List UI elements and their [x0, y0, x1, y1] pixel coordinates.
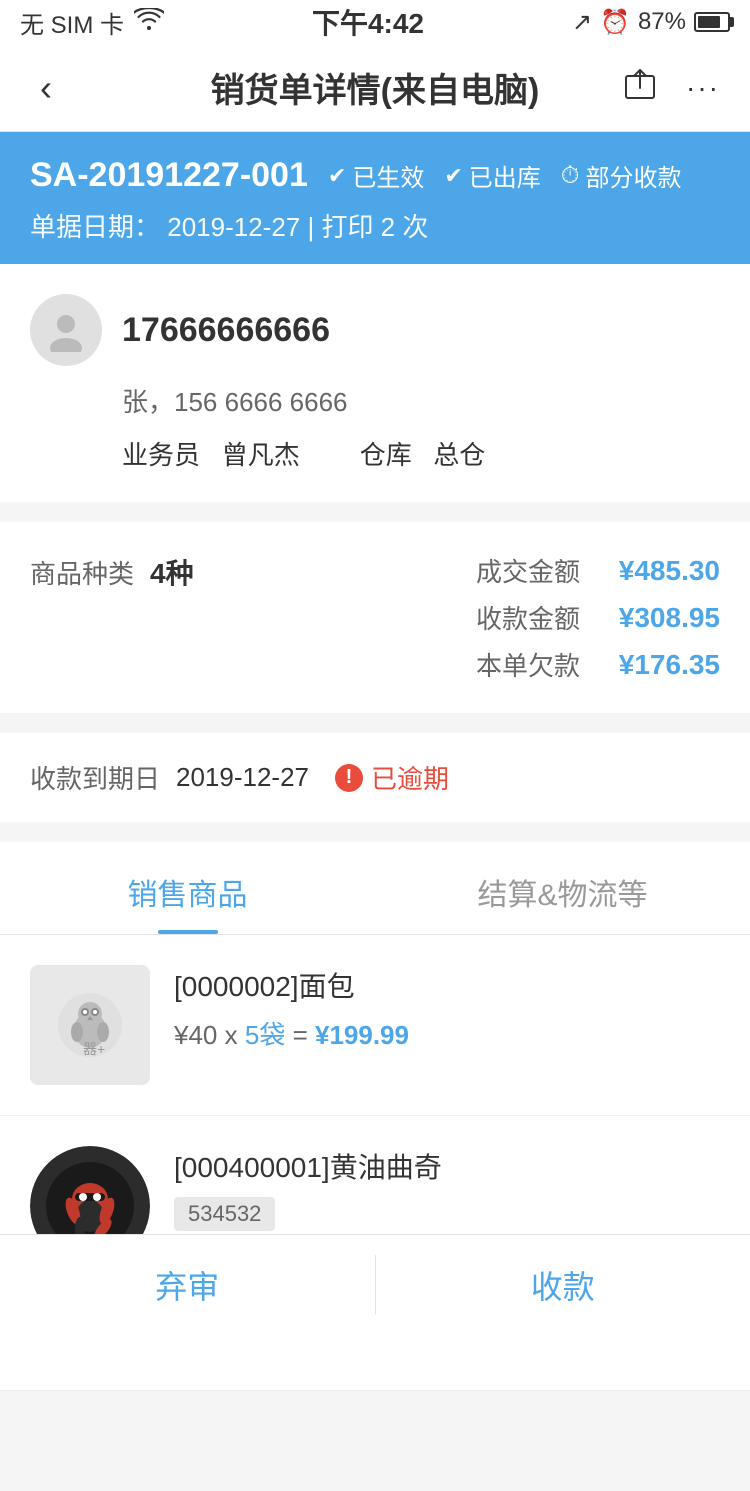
- product-price-1: ¥40: [174, 1020, 217, 1050]
- nav-actions: ···: [624, 68, 720, 108]
- amount-row-owed: 本单欠款 ¥176.35: [476, 646, 720, 683]
- battery-label: 87%: [638, 8, 686, 36]
- clock-icon: ⏱: [561, 162, 580, 190]
- overdue-badge: ! 已逾期: [335, 759, 449, 796]
- amount-value: ¥485.30: [600, 555, 720, 587]
- more-button[interactable]: ···: [686, 72, 720, 104]
- back-button[interactable]: ‹: [30, 57, 62, 119]
- wifi-icon: [134, 8, 164, 37]
- product-total-1: ¥199.99: [315, 1020, 409, 1050]
- customer-detail: 张，156 6666 6666: [30, 382, 720, 419]
- date-label: 单据日期：: [30, 212, 160, 242]
- tab-settlement[interactable]: 结算&物流等: [375, 842, 750, 934]
- order-id-row: SA-20191227-001 ✔ 已生效 ✔ 已出库 ⏱ 部分收款: [30, 156, 720, 195]
- confirm-button[interactable]: 收款: [376, 1235, 750, 1334]
- status-tag-shipped: ✔ 已出库: [444, 158, 540, 193]
- product-name-1: [0000002]面包: [174, 965, 720, 1005]
- tab-2-label: 结算&物流等: [477, 879, 647, 912]
- product-thumb-1: 器+: [30, 965, 150, 1085]
- due-label: 收款到期日: [30, 759, 160, 796]
- received-label: 收款金额: [476, 599, 580, 636]
- warehouse-label: 仓库: [360, 440, 412, 470]
- owed-label: 本单欠款: [476, 646, 580, 683]
- summary-left: 商品种类 4种: [30, 552, 476, 592]
- product-qty-1: 5袋: [245, 1020, 285, 1050]
- status-partial-label: 部分收款: [586, 158, 682, 193]
- amount-row-received: 收款金额 ¥308.95: [476, 599, 720, 636]
- due-date: 2019-12-27: [176, 762, 309, 793]
- sales-label: 业务员: [122, 440, 200, 470]
- overdue-text: 已逾期: [371, 759, 449, 796]
- share-button[interactable]: [624, 68, 656, 108]
- sim-label: 无 SIM 卡: [20, 5, 124, 40]
- amount-row-total: 成交金额 ¥485.30: [476, 552, 720, 589]
- status-right: ↗ ⏰ 87%: [572, 8, 730, 37]
- order-date-row: 单据日期： 2019-12-27 | 打印 2 次: [30, 207, 720, 244]
- summary-right: 成交金额 ¥485.30 收款金额 ¥308.95 本单欠款 ¥176.35: [476, 552, 720, 683]
- received-value: ¥308.95: [600, 602, 720, 634]
- product-item: 器+ [0000002]面包 ¥40 x 5袋 = ¥199.99: [0, 935, 750, 1116]
- overdue-icon: !: [335, 764, 363, 792]
- cancel-button[interactable]: 弃审: [0, 1235, 375, 1334]
- tabs-row: 销售商品 结算&物流等: [0, 842, 750, 934]
- cancel-label: 弃审: [155, 1262, 219, 1308]
- customer-avatar: [30, 294, 102, 366]
- bottom-bar: 弃审 收款: [0, 1234, 750, 1334]
- product-name-2: [000400001]黄油曲奇: [174, 1146, 720, 1186]
- status-effective-label: 已生效: [352, 158, 424, 193]
- type-label: 商品种类: [30, 554, 134, 591]
- tab-1-label: 销售商品: [128, 879, 248, 912]
- tab-sales-products[interactable]: 销售商品: [0, 842, 375, 934]
- tabs-section: 销售商品 结算&物流等: [0, 842, 750, 935]
- product-price-row-1: ¥40 x 5袋 = ¥199.99: [174, 1015, 720, 1052]
- amount-label: 成交金额: [476, 552, 580, 589]
- product-placeholder-icon: 器+: [30, 965, 150, 1085]
- check-icon-1: ✔: [328, 163, 346, 189]
- summary-section: 商品种类 4种 成交金额 ¥485.30 收款金额 ¥308.95 本单欠款 ¥…: [0, 522, 750, 713]
- order-header-banner: SA-20191227-001 ✔ 已生效 ✔ 已出库 ⏱ 部分收款 单据日期：…: [0, 132, 750, 264]
- order-date: 2019-12-27: [167, 212, 300, 242]
- status-bar: 无 SIM 卡 下午4:42 ↗ ⏰ 87%: [0, 0, 750, 44]
- customer-section: 17666666666 张，156 6666 6666 业务员 曾凡杰 仓库 总…: [0, 264, 750, 502]
- status-tag-partial: ⏱ 部分收款: [561, 158, 682, 193]
- customer-row: 17666666666: [30, 294, 720, 366]
- status-left: 无 SIM 卡: [20, 5, 164, 40]
- location-icon: ↗: [572, 8, 592, 37]
- order-id: SA-20191227-001: [30, 156, 308, 195]
- status-shipped-label: 已出库: [469, 158, 541, 193]
- owed-value: ¥176.35: [600, 649, 720, 681]
- print-info: | 打印 2 次: [307, 212, 428, 242]
- sales-value: 曾凡杰: [222, 440, 300, 470]
- nav-bar: ‹ 销货单详情(来自电脑) ···: [0, 44, 750, 132]
- warehouse: 仓库 总仓: [360, 435, 486, 472]
- status-tag-effective: ✔ 已生效: [328, 158, 424, 193]
- warehouse-value: 总仓: [433, 440, 485, 470]
- sales-person: 业务员 曾凡杰: [122, 435, 300, 472]
- customer-meta: 业务员 曾凡杰 仓库 总仓: [30, 435, 720, 472]
- alarm-icon: ⏰: [600, 8, 630, 37]
- status-time: 下午4:42: [312, 2, 424, 42]
- type-value: 4种: [150, 552, 194, 592]
- svg-text:器+: 器+: [83, 1041, 105, 1057]
- due-section: 收款到期日 2019-12-27 ! 已逾期: [0, 733, 750, 822]
- product-badge-2: 534532: [174, 1197, 275, 1231]
- battery-icon: [694, 12, 730, 32]
- page-title: 销货单详情(来自电脑): [211, 63, 540, 112]
- confirm-label: 收款: [531, 1262, 595, 1308]
- product-info-1: [0000002]面包 ¥40 x 5袋 = ¥199.99: [174, 965, 720, 1052]
- customer-name: 17666666666: [122, 311, 330, 350]
- check-icon-2: ✔: [444, 163, 462, 189]
